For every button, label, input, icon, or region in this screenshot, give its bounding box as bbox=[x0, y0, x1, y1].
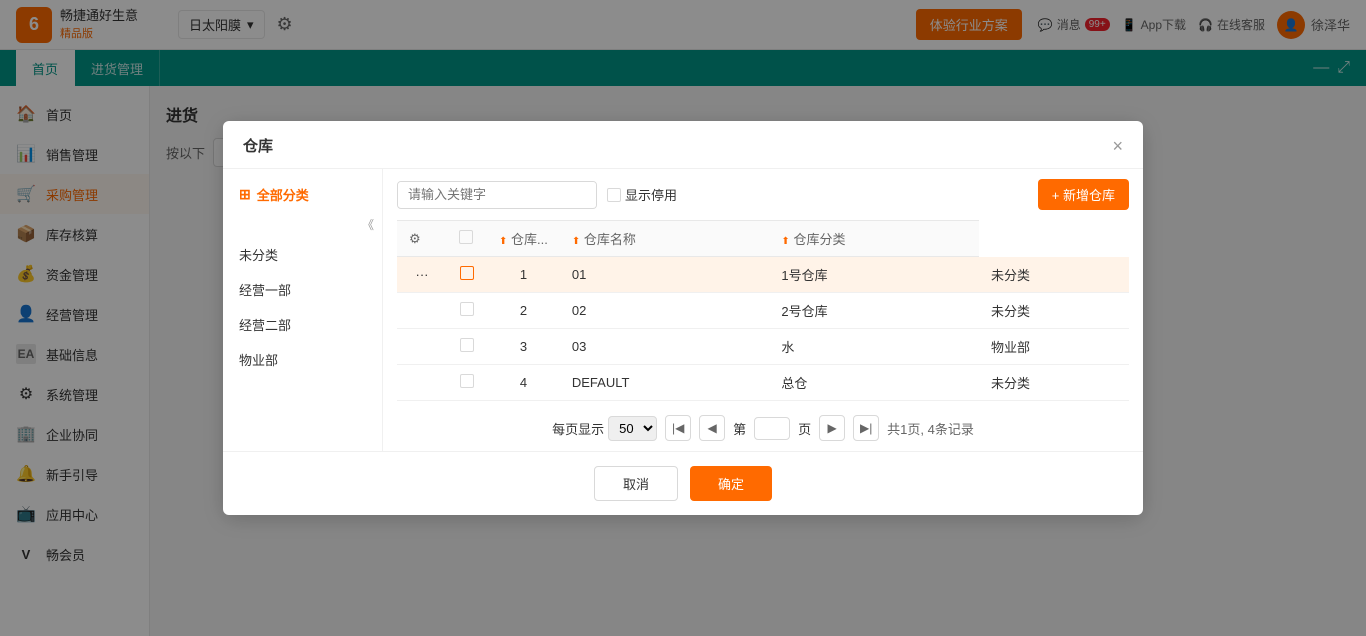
page-size-select: 每页显示 50 bbox=[552, 416, 657, 441]
category-all[interactable]: ⊞ 全部分类 bbox=[223, 177, 382, 212]
row-num: 4 bbox=[487, 365, 560, 401]
category-operations2[interactable]: 经营二部 bbox=[223, 307, 382, 342]
sort-icon-cat: ⬆ bbox=[781, 236, 789, 247]
table-toolbar: 🔍 显示停用 + 新增仓库 bbox=[397, 179, 1129, 210]
category-panel: ⊞ 全部分类 《 未分类 经营一部 经营二部 物业部 bbox=[223, 169, 383, 451]
page-last-button[interactable]: ▶| bbox=[853, 415, 879, 441]
warehouse-table: ⚙ ⬆ 仓库... ⬆ bbox=[397, 220, 1129, 401]
per-page-label: 每页显示 bbox=[552, 419, 604, 438]
search-button[interactable]: 🔍 bbox=[594, 182, 597, 208]
th-check bbox=[447, 221, 487, 257]
row-num: 2 bbox=[487, 293, 560, 329]
cancel-button[interactable]: 取消 bbox=[594, 466, 678, 501]
row-actions[interactable]: ··· bbox=[397, 257, 447, 293]
show-disabled-checkbox[interactable] bbox=[607, 188, 621, 202]
sort-icon: ⬆ bbox=[499, 236, 507, 247]
sort-icon-name: ⬆ bbox=[572, 236, 580, 247]
search-input-wrap: 🔍 bbox=[397, 181, 597, 209]
table-panel: 🔍 显示停用 + 新增仓库 ⚙ bbox=[383, 169, 1143, 451]
page-label: 页 bbox=[798, 419, 811, 438]
page-next-button[interactable]: ▶ bbox=[819, 415, 845, 441]
add-warehouse-button[interactable]: + 新增仓库 bbox=[1038, 179, 1129, 210]
warehouse-dialog: 仓库 × ⊞ 全部分类 《 未分类 经营一部 bbox=[223, 121, 1143, 515]
confirm-button[interactable]: 确定 bbox=[690, 466, 772, 501]
row-category: 未分类 bbox=[979, 293, 1129, 329]
row-name: 2号仓库 bbox=[769, 293, 979, 329]
th-category: ⬆ 仓库分类 bbox=[769, 221, 979, 257]
row-checkbox-cell bbox=[447, 365, 487, 401]
th-gear: ⚙ bbox=[397, 221, 447, 257]
dialog-header: 仓库 × bbox=[223, 121, 1143, 169]
per-page-select[interactable]: 50 bbox=[608, 416, 657, 441]
pagination: 每页显示 50 |◀ ◀ 第 1 页 ▶ ▶| 共1页, 4条记录 bbox=[397, 401, 1129, 451]
row-checkbox[interactable] bbox=[460, 266, 474, 280]
row-name: 水 bbox=[769, 329, 979, 365]
dialog-title: 仓库 bbox=[243, 135, 273, 156]
category-unclassified[interactable]: 未分类 bbox=[223, 237, 382, 272]
category-operations1[interactable]: 经营一部 bbox=[223, 272, 382, 307]
row-checkbox[interactable] bbox=[460, 338, 474, 352]
category-all-label: 全部分类 bbox=[257, 185, 309, 204]
table-container: ⚙ ⬆ 仓库... ⬆ bbox=[397, 220, 1129, 401]
row-num: 1 bbox=[487, 257, 560, 293]
page-label-pre: 第 bbox=[733, 419, 746, 438]
page-first-button[interactable]: |◀ bbox=[665, 415, 691, 441]
collapse-icon[interactable]: 《 bbox=[362, 218, 374, 232]
th-name: ⬆ 仓库名称 bbox=[560, 221, 770, 257]
page-prev-button[interactable]: ◀ bbox=[699, 415, 725, 441]
row-name: 1号仓库 bbox=[769, 257, 979, 293]
th-code: ⬆ 仓库... bbox=[487, 221, 560, 257]
category-property[interactable]: 物业部 bbox=[223, 342, 382, 377]
table-row[interactable]: 2 02 2号仓库 未分类 bbox=[397, 293, 1129, 329]
row-category: 未分类 bbox=[979, 365, 1129, 401]
row-category: 未分类 bbox=[979, 257, 1129, 293]
row-checkbox[interactable] bbox=[460, 302, 474, 316]
row-checkbox-cell bbox=[447, 293, 487, 329]
category-operations1-label: 经营一部 bbox=[239, 280, 291, 299]
table-row[interactable]: 4 DEFAULT 总仓 未分类 bbox=[397, 365, 1129, 401]
row-code: 03 bbox=[560, 329, 770, 365]
row-checkbox[interactable] bbox=[460, 374, 474, 388]
row-checkbox-cell bbox=[447, 257, 487, 293]
row-code: DEFAULT bbox=[560, 365, 770, 401]
category-operations2-label: 经营二部 bbox=[239, 315, 291, 334]
table-row[interactable]: 3 03 水 物业部 bbox=[397, 329, 1129, 365]
select-all-checkbox[interactable] bbox=[459, 230, 473, 244]
modal-overlay: 仓库 × ⊞ 全部分类 《 未分类 经营一部 bbox=[0, 0, 1366, 636]
row-checkbox-cell bbox=[447, 329, 487, 365]
table-row[interactable]: ··· 1 01 1号仓库 未分类 bbox=[397, 257, 1129, 293]
row-actions[interactable] bbox=[397, 293, 447, 329]
total-info: 共1页, 4条记录 bbox=[887, 419, 974, 438]
grid-icon: ⊞ bbox=[239, 186, 251, 203]
row-actions[interactable] bbox=[397, 329, 447, 365]
row-category: 物业部 bbox=[979, 329, 1129, 365]
dialog-body: ⊞ 全部分类 《 未分类 经营一部 经营二部 物业部 bbox=[223, 169, 1143, 451]
search-input[interactable] bbox=[398, 182, 594, 207]
category-unclassified-label: 未分类 bbox=[239, 245, 278, 264]
dialog-footer: 取消 确定 bbox=[223, 451, 1143, 515]
row-actions[interactable] bbox=[397, 365, 447, 401]
row-code: 01 bbox=[560, 257, 770, 293]
page-input[interactable]: 1 bbox=[754, 417, 790, 440]
row-num: 3 bbox=[487, 329, 560, 365]
row-name: 总仓 bbox=[769, 365, 979, 401]
gear-col-icon[interactable]: ⚙ bbox=[409, 231, 421, 246]
show-disabled-label[interactable]: 显示停用 bbox=[607, 185, 677, 204]
category-property-label: 物业部 bbox=[239, 350, 278, 369]
row-code: 02 bbox=[560, 293, 770, 329]
close-icon[interactable]: × bbox=[1112, 137, 1123, 155]
